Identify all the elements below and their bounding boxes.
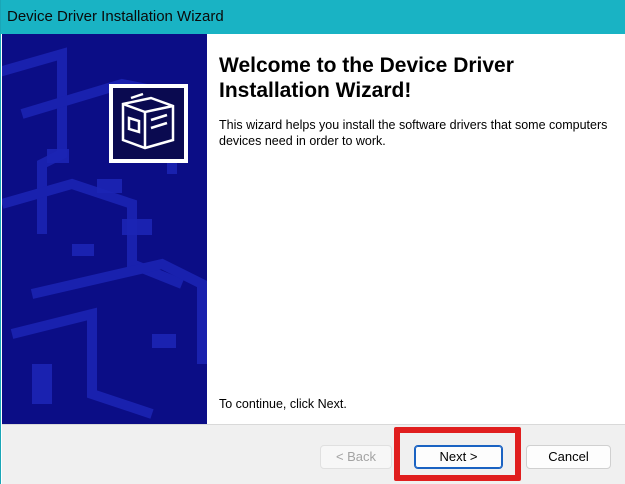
wizard-sidebar-graphic <box>2 34 207 424</box>
next-button[interactable]: Next > <box>414 445 503 469</box>
cancel-button[interactable]: Cancel <box>526 445 611 469</box>
continue-instruction: To continue, click Next. <box>219 397 347 411</box>
intro-text: This wizard helps you install the softwa… <box>219 118 608 148</box>
title-bar[interactable]: Device Driver Installation Wizard <box>1 0 625 34</box>
button-bar: < Back Next > Cancel <box>2 424 625 484</box>
wizard-content: Welcome to the Device Driver Installatio… <box>207 34 625 424</box>
back-button: < Back <box>320 445 392 469</box>
wizard-window: Device Driver Installation Wizard Welcom… <box>0 0 625 484</box>
window-title: Device Driver Installation Wizard <box>7 8 224 25</box>
hardware-box-icon <box>109 84 188 163</box>
welcome-heading: Welcome to the Device Driver Installatio… <box>219 54 514 102</box>
